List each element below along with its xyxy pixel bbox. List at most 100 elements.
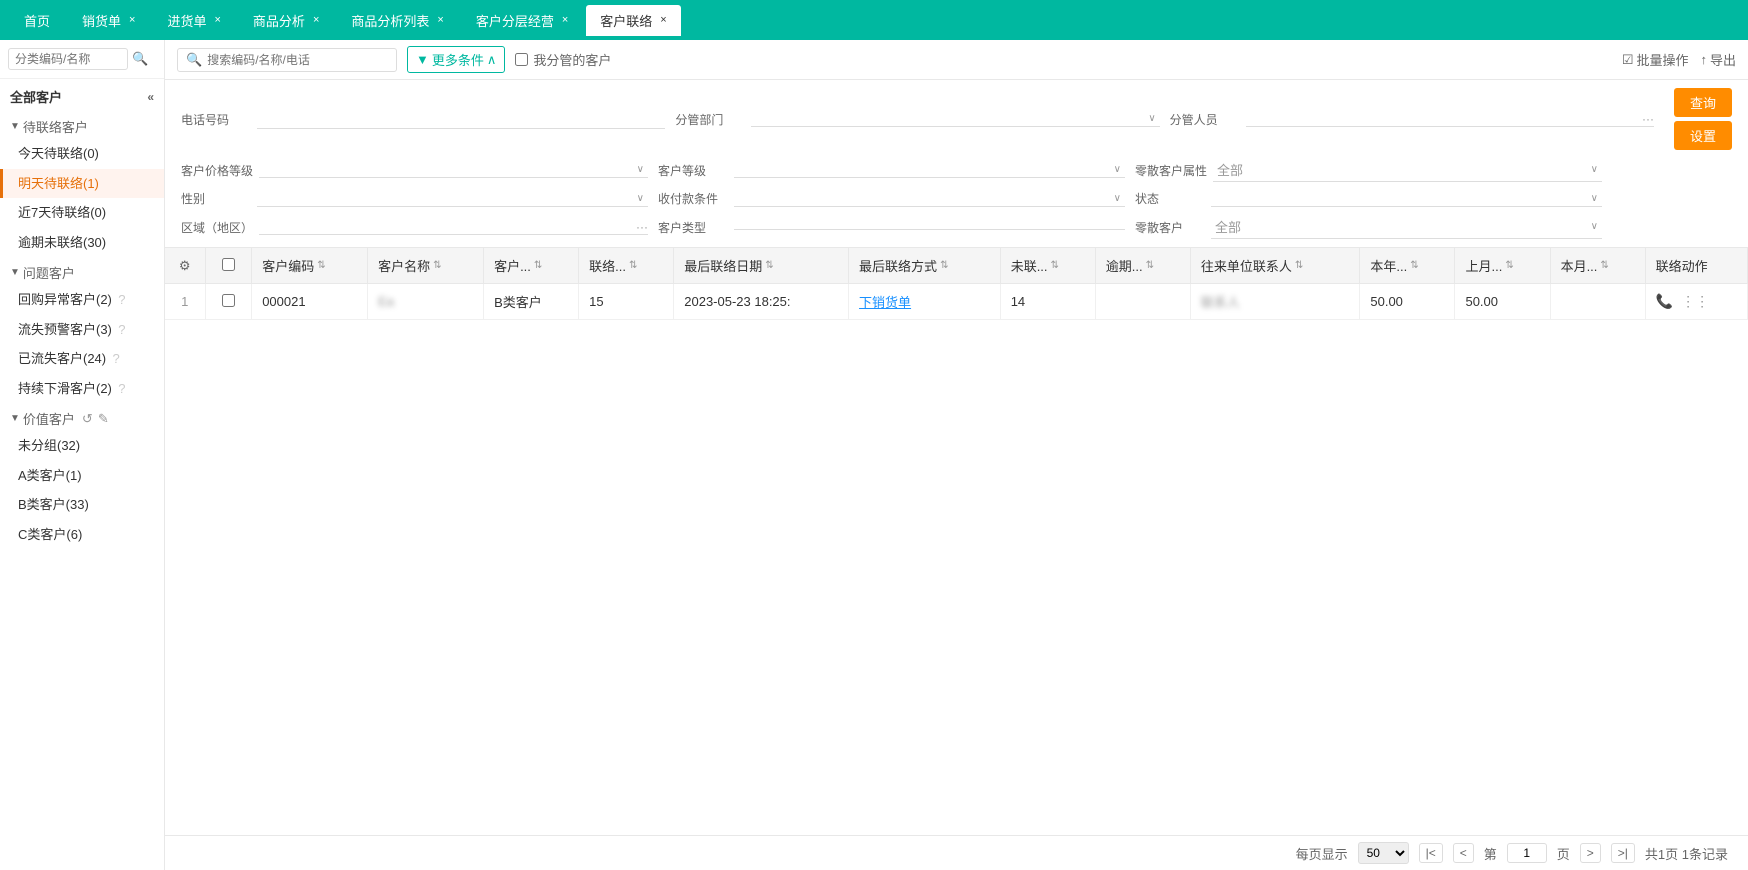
nav-close-3[interactable]: × xyxy=(437,14,443,26)
th-overdue: 逾期... ⇅ xyxy=(1095,248,1190,284)
customer-type-select[interactable] xyxy=(734,225,1125,230)
settings-button[interactable]: 设置 xyxy=(1674,121,1732,150)
action-grid-icon[interactable]: ⋮⋮ xyxy=(1681,293,1709,310)
sidebar-item-overdue[interactable]: 逾期未联络(30) xyxy=(0,228,164,258)
sidebar-item-repurchase-abnormal[interactable]: 回购异常客户(2) ? xyxy=(0,285,164,315)
value-arrow-icon: ▼ xyxy=(10,413,20,424)
sidebar-item-ungrouped[interactable]: 未分组(32) xyxy=(0,431,164,461)
first-page-btn[interactable]: |< xyxy=(1419,843,1443,863)
col-sort-icon-contact[interactable]: ⇅ xyxy=(629,260,637,271)
query-button[interactable]: 查询 xyxy=(1674,88,1732,117)
col-sort-icon-code[interactable]: ⇅ xyxy=(317,260,325,271)
nav-close-4[interactable]: × xyxy=(562,14,568,26)
help-icon-1[interactable]: ? xyxy=(118,322,125,337)
sidebar-item-churned[interactable]: 已流失客户(24) ? xyxy=(0,344,164,374)
price-level-select[interactable]: ∨ xyxy=(259,162,648,178)
nav-tab-label-4: 客户分层经营 xyxy=(476,11,554,30)
export-btn[interactable]: ↑ 导出 xyxy=(1700,50,1736,69)
td-unlink: 14 xyxy=(1000,284,1095,320)
sidebar-search-icon[interactable]: 🔍 xyxy=(132,51,148,67)
sidebar-item-tomorrow[interactable]: 明天待联络(1) xyxy=(0,169,164,199)
sidebar-search-input[interactable] xyxy=(8,48,128,70)
sidebar-item-declining[interactable]: 持续下滑客户(2) ? xyxy=(0,374,164,404)
nav-tab-label-5: 客户联络 xyxy=(600,11,652,30)
nav-close-5[interactable]: × xyxy=(660,14,666,26)
my-customers-checkbox-area[interactable]: 我分管的客户 xyxy=(515,50,611,69)
th-unlink: 未联... ⇅ xyxy=(1000,248,1095,284)
sidebar-item-churn-warning[interactable]: 流失预警客户(3) ? xyxy=(0,315,164,345)
sidebar-item-7days[interactable]: 近7天待联络(0) xyxy=(0,198,164,228)
nav-tab-1[interactable]: 进货单 × xyxy=(153,5,234,36)
edit-icon[interactable]: ✎ xyxy=(98,411,109,427)
last-page-btn[interactable]: >| xyxy=(1611,843,1635,863)
retail-customer-select[interactable]: 全部 ∨ xyxy=(1211,215,1602,239)
col-sort-icon-lastdate[interactable]: ⇅ xyxy=(765,260,773,271)
td-contact-count: 15 xyxy=(579,284,674,320)
sidebar-item-c-class[interactable]: C类客户(6) xyxy=(0,520,164,550)
col-sort-icon-name[interactable]: ⇅ xyxy=(433,260,441,271)
dept-select[interactable]: ∨ xyxy=(751,111,1159,127)
settings-gear-icon[interactable]: ⚙ xyxy=(179,258,191,273)
td-ctype: B类客户 xyxy=(484,284,579,320)
batch-op-btn[interactable]: ☑ 批量操作 xyxy=(1622,50,1689,69)
gender-select[interactable]: ∨ xyxy=(257,191,648,207)
pending-section-label: 待联络客户 xyxy=(23,117,88,136)
th-code: 客户编码 ⇅ xyxy=(252,248,368,284)
col-sort-icon-unlink[interactable]: ⇅ xyxy=(1051,260,1059,271)
col-sort-icon-lastmonth[interactable]: ⇅ xyxy=(1505,260,1513,271)
col-sort-icon-overdue[interactable]: ⇅ xyxy=(1146,260,1154,271)
refresh-icon[interactable]: ↺ xyxy=(82,411,93,427)
col-sort-icon-ctype[interactable]: ⇅ xyxy=(534,260,542,271)
more-filters-btn[interactable]: ▼ 更多条件 ∧ xyxy=(407,46,505,73)
prev-page-btn[interactable]: < xyxy=(1453,843,1474,863)
sidebar-item-today[interactable]: 今天待联络(0) xyxy=(0,139,164,169)
filter-icon: ▼ xyxy=(416,52,429,67)
nav-tab-5[interactable]: 客户联络 × xyxy=(586,5,680,36)
my-customers-checkbox[interactable] xyxy=(515,53,528,66)
gender-chevron-icon: ∨ xyxy=(637,193,644,204)
customer-level-select[interactable]: ∨ xyxy=(734,162,1125,178)
nav-close-0[interactable]: × xyxy=(129,14,135,26)
sidebar-collapse-icon[interactable]: « xyxy=(147,90,154,104)
th-ctype: 客户... ⇅ xyxy=(484,248,579,284)
sidebar-all-customers[interactable]: 全部客户 « xyxy=(0,79,164,111)
nav-tab-4[interactable]: 客户分层经营 × xyxy=(462,5,582,36)
help-icon-2[interactable]: ? xyxy=(112,351,119,366)
nav-tab-3[interactable]: 商品分析列表 × xyxy=(337,5,457,36)
col-sort-icon-person[interactable]: ⇅ xyxy=(1295,260,1303,271)
region-more-icon[interactable]: ··· xyxy=(636,220,648,234)
main-layout: 🔍 全部客户 « ▼ 待联络客户 今天待联络(0) 明天待联络(1) 近7天待联… xyxy=(0,40,1748,870)
row-checkbox-0[interactable] xyxy=(222,294,235,307)
next-page-btn[interactable]: > xyxy=(1580,843,1601,863)
person-more-icon[interactable]: ··· xyxy=(1642,112,1654,126)
th-last-method: 最后联络方式 ⇅ xyxy=(849,248,1001,284)
content-area: 🔍 ▼ 更多条件 ∧ 我分管的客户 ☑ 批量操作 ↑ 导出 xyxy=(165,40,1748,870)
phone-input[interactable] xyxy=(257,110,665,129)
page-size-select[interactable]: 50 100 xyxy=(1358,842,1409,864)
nav-close-1[interactable]: × xyxy=(214,14,220,26)
last-method-link[interactable]: 下销货单 xyxy=(859,295,911,310)
nav-home-label: 首页 xyxy=(24,11,50,30)
dept-chevron-icon: ∨ xyxy=(1148,113,1155,124)
col-sort-icon-thisyear[interactable]: ⇅ xyxy=(1410,260,1418,271)
col-sort-icon-lastmethod[interactable]: ⇅ xyxy=(940,260,948,271)
col-sort-icon-thismonth[interactable]: ⇅ xyxy=(1600,260,1608,271)
select-all-checkbox[interactable] xyxy=(222,258,235,271)
customer-level-label: 客户等级 xyxy=(658,162,728,179)
help-icon-0[interactable]: ? xyxy=(118,292,125,307)
page-input[interactable] xyxy=(1507,843,1547,863)
payment-select[interactable]: ∨ xyxy=(734,191,1125,207)
sidebar-item-a-class[interactable]: A类客户(1) xyxy=(0,461,164,491)
action-phone-icon[interactable]: 📞 xyxy=(1656,293,1673,310)
status-select[interactable]: ∨ xyxy=(1211,191,1602,207)
sidebar-item-b-class[interactable]: B类客户(33) xyxy=(0,490,164,520)
filter-status: 状态 ∨ xyxy=(1135,190,1602,207)
nav-close-2[interactable]: × xyxy=(313,14,319,26)
filter-gender: 性别 ∨ xyxy=(181,190,648,207)
nav-tab-0[interactable]: 销货单 × xyxy=(68,5,149,36)
retail-attr-select[interactable]: 全部 ∨ xyxy=(1213,158,1602,182)
help-icon-3[interactable]: ? xyxy=(118,381,125,396)
nav-home[interactable]: 首页 xyxy=(10,5,64,36)
search-input[interactable] xyxy=(207,53,367,67)
nav-tab-2[interactable]: 商品分析 × xyxy=(239,5,333,36)
